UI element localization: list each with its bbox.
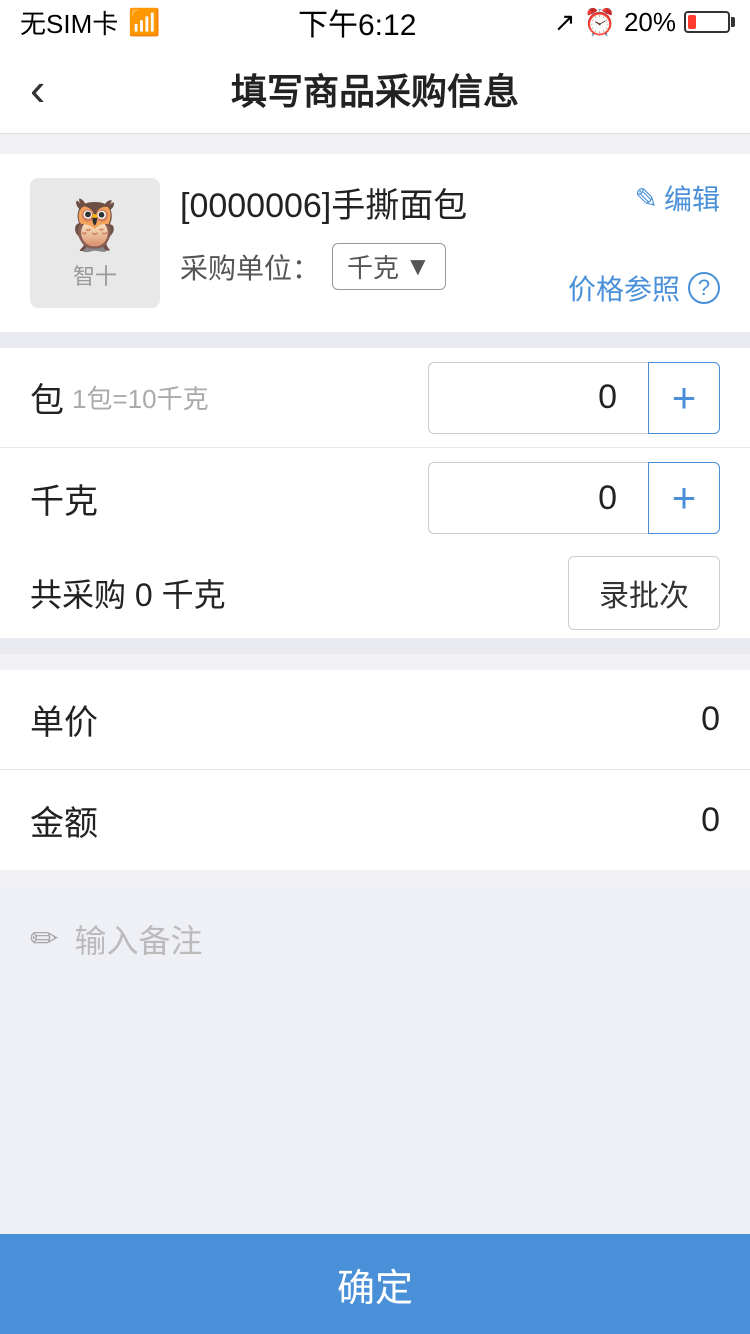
quantity-input-section: 包 1包=10千克 + 千克 + xyxy=(0,348,750,548)
unit-badge[interactable]: 千克 ▼ xyxy=(332,243,446,290)
purchase-unit-label: 采购单位： xyxy=(180,247,320,287)
amount-value: 0 xyxy=(701,801,720,840)
kg-input-row: 千克 + xyxy=(0,448,750,548)
amount-label: 金额 xyxy=(30,796,98,845)
unit-text: 千克 xyxy=(347,248,399,285)
pencil-icon: ✏ xyxy=(30,919,59,959)
summary-unit: 千克 xyxy=(162,577,226,613)
status-left: 无SIM卡 📶 xyxy=(20,4,161,41)
bao-sublabel: 1包=10千克 xyxy=(72,379,209,416)
summary-text: 共采购 0 千克 xyxy=(30,570,226,616)
price-reference-button[interactable]: 价格参照 ? xyxy=(568,268,720,308)
product-thumb-icon: 🦉 xyxy=(64,196,126,255)
nav-bar: ‹ 填写商品采购信息 xyxy=(0,44,750,134)
status-time: 下午6:12 xyxy=(298,0,416,44)
kg-label: 千克 xyxy=(30,474,98,523)
product-thumbnail: 🦉 智十 xyxy=(30,178,160,308)
summary-amount: 0 xyxy=(135,577,162,613)
edit-label: 编辑 xyxy=(664,178,720,218)
bao-qty-wrap: + xyxy=(428,362,720,434)
remark-section[interactable]: ✏ 输入备注 xyxy=(0,886,750,992)
bao-label: 包 xyxy=(30,373,64,422)
record-batch-button[interactable]: 录批次 xyxy=(568,556,720,630)
back-button[interactable]: ‹ xyxy=(30,66,45,112)
location-icon: ↗ xyxy=(554,7,576,38)
product-card: 🦉 智十 [0000006]手撕面包 采购单位： 千克 ▼ ✎ 编辑 价格参照 … xyxy=(0,154,750,332)
kg-qty-wrap: + xyxy=(428,462,720,534)
alarm-icon: ⏰ xyxy=(584,7,616,38)
battery-percent: 20% xyxy=(624,7,676,38)
amount-row: 金额 0 xyxy=(0,770,750,870)
price-section: 单价 0 金额 0 xyxy=(0,670,750,870)
summary-row: 共采购 0 千克 录批次 xyxy=(0,548,750,638)
bao-qty-input[interactable] xyxy=(428,362,648,434)
kg-plus-button[interactable]: + xyxy=(648,462,720,534)
wifi-icon: 📶 xyxy=(128,7,160,38)
unit-price-value: 0 xyxy=(701,700,720,739)
confirm-button[interactable]: 确定 xyxy=(0,1234,750,1334)
help-icon: ? xyxy=(688,272,720,304)
product-thumb-text: 智十 xyxy=(73,259,117,291)
summary-prefix: 共采购 xyxy=(30,577,126,613)
dropdown-icon: ▼ xyxy=(405,251,431,282)
section-divider-2 xyxy=(0,638,750,654)
battery-icon xyxy=(684,11,730,33)
section-divider-1 xyxy=(0,332,750,348)
status-bar: 无SIM卡 📶 下午6:12 ↗ ⏰ 20% xyxy=(0,0,750,44)
page-title: 填写商品采购信息 xyxy=(231,63,519,115)
price-ref-label: 价格参照 xyxy=(568,268,680,308)
bao-input-row: 包 1包=10千克 + xyxy=(0,348,750,448)
edit-icon: ✎ xyxy=(635,182,658,215)
unit-price-label: 单价 xyxy=(30,695,98,744)
status-right: ↗ ⏰ 20% xyxy=(554,7,730,38)
edit-button[interactable]: ✎ 编辑 xyxy=(635,178,720,218)
unit-price-row: 单价 0 xyxy=(0,670,750,770)
remark-placeholder: 输入备注 xyxy=(75,916,203,962)
kg-qty-input[interactable] xyxy=(428,462,648,534)
bao-plus-button[interactable]: + xyxy=(648,362,720,434)
carrier-label: 无SIM卡 xyxy=(20,4,118,41)
